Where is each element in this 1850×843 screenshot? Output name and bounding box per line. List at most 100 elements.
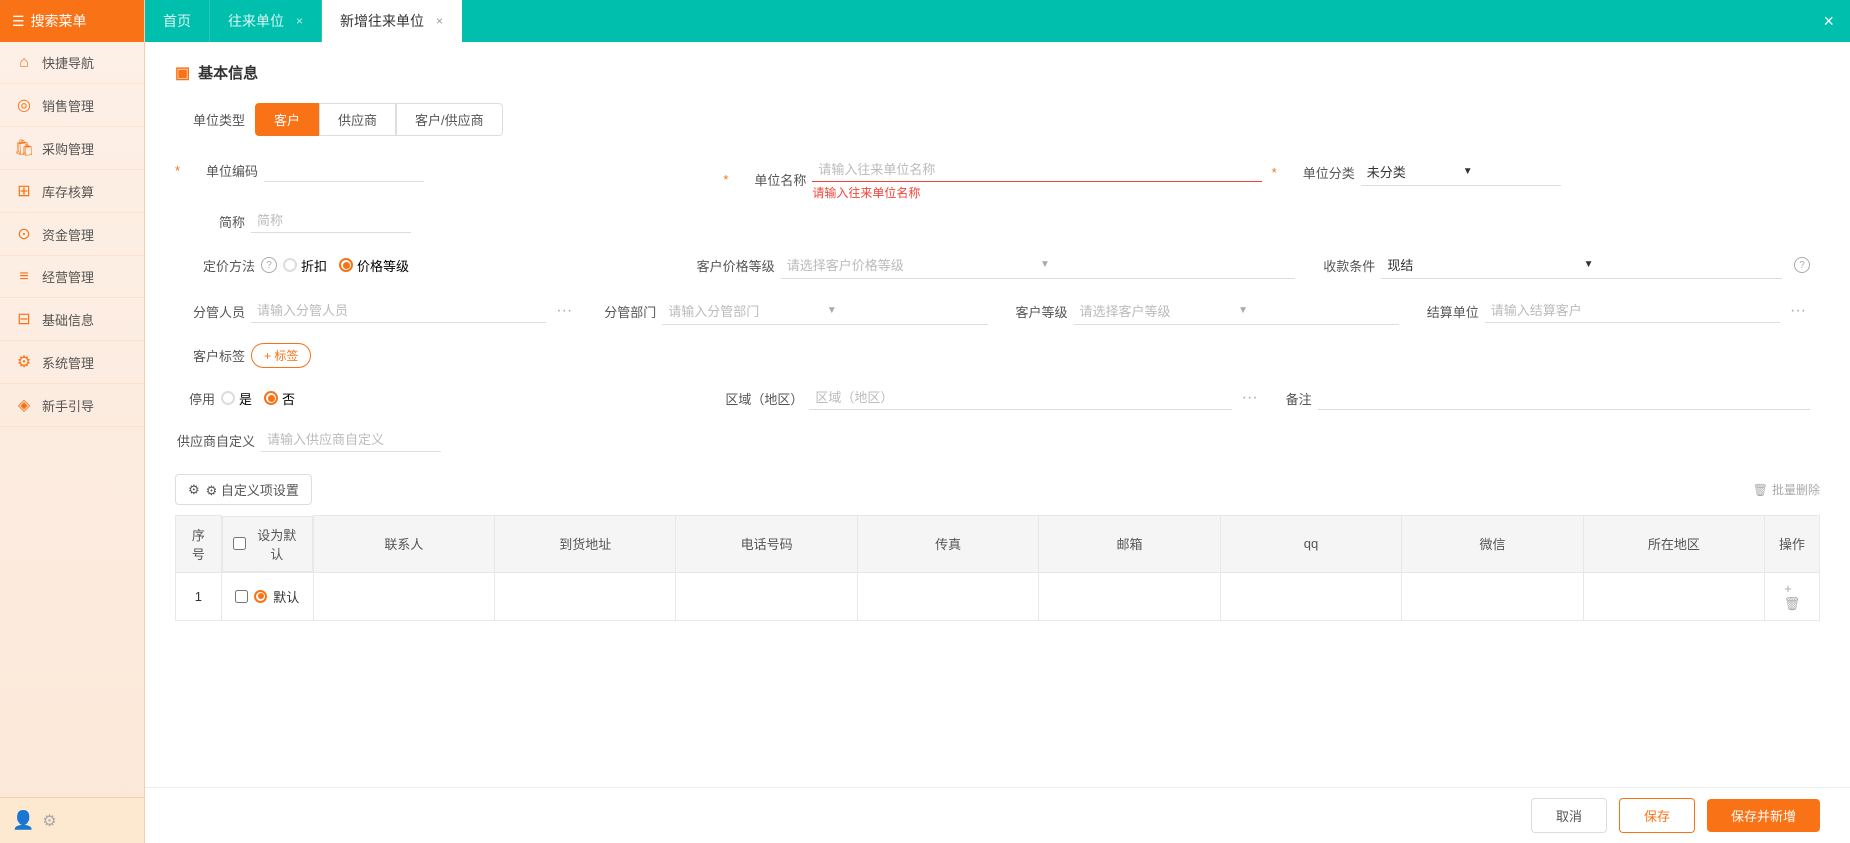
unit-code-input[interactable]: 000009 bbox=[264, 158, 424, 182]
operations-icon: ≡ bbox=[14, 268, 34, 286]
payment-terms-value: 现结 bbox=[1387, 255, 1579, 274]
custom-settings-label: ⚙ 自定义项设置 bbox=[206, 480, 299, 499]
notes-input[interactable] bbox=[1318, 386, 1810, 410]
phone-input[interactable] bbox=[686, 589, 846, 604]
pricing-discount-option[interactable]: 折扣 bbox=[283, 256, 327, 275]
cell-fax[interactable] bbox=[857, 572, 1038, 620]
cell-address[interactable] bbox=[495, 572, 676, 620]
cancel-button[interactable]: 取消 bbox=[1531, 798, 1607, 833]
email-input[interactable] bbox=[1049, 589, 1209, 604]
disabled-no-radio[interactable] bbox=[264, 391, 278, 405]
payment-info-icon[interactable]: ? bbox=[1794, 257, 1810, 273]
sidebar-item-guide[interactable]: ◈ 新手引导 bbox=[0, 384, 144, 427]
pricing-level-radio[interactable] bbox=[339, 258, 353, 272]
section-icon: ▣ bbox=[175, 63, 190, 83]
supplier-custom-label: 供应商自定义 bbox=[175, 431, 255, 450]
window-close-button[interactable]: × bbox=[1807, 0, 1850, 42]
sidebar-item-finance[interactable]: ⊙ 资金管理 bbox=[0, 213, 144, 256]
cell-email[interactable] bbox=[1039, 572, 1220, 620]
unit-category-select[interactable]: 未分类 ▼ bbox=[1361, 158, 1561, 186]
sidebar: ☰ 搜索菜单 ⌂ 快捷导航 ◎ 销售管理 🛍 采购管理 ⊞ 库存核算 ⊙ 资金管… bbox=[0, 0, 145, 843]
settlement-label: 结算单位 bbox=[1409, 302, 1479, 321]
payment-terms-select[interactable]: 现结 ▼ bbox=[1381, 251, 1782, 279]
col-address: 到货地址 bbox=[495, 516, 676, 573]
add-tag-button[interactable]: + 标签 bbox=[251, 343, 311, 368]
supplier-custom-row: 供应商自定义 bbox=[175, 428, 1820, 452]
sidebar-item-basic[interactable]: ⊟ 基础信息 bbox=[0, 298, 144, 341]
cell-qq[interactable] bbox=[1220, 572, 1402, 620]
wechat-input[interactable] bbox=[1412, 589, 1572, 604]
notes-label: 备注 bbox=[1272, 389, 1312, 408]
unit-name-input[interactable] bbox=[812, 158, 1261, 182]
cell-seq: 1 bbox=[176, 572, 222, 620]
row-checkbox[interactable] bbox=[235, 590, 248, 603]
batch-delete-button[interactable]: 🗑 批量删除 bbox=[1753, 481, 1820, 498]
custom-settings-button[interactable]: ⚙ ⚙ 自定义项设置 bbox=[175, 474, 312, 505]
settlement-more-btn[interactable]: ··· bbox=[1786, 302, 1810, 320]
pricing-discount-radio[interactable] bbox=[283, 258, 297, 272]
manager-input[interactable] bbox=[251, 299, 546, 323]
unit-name-input-wrap: 请输入往来单位名称 bbox=[812, 158, 1261, 201]
tab-home[interactable]: 首页 bbox=[145, 0, 210, 42]
type-btn-both[interactable]: 客户/供应商 bbox=[396, 103, 503, 136]
col-qq: qq bbox=[1220, 516, 1402, 573]
disabled-no-option[interactable]: 否 bbox=[264, 389, 295, 408]
add-tag-label: + 标签 bbox=[264, 347, 298, 364]
manager-more-btn[interactable]: ··· bbox=[552, 302, 576, 320]
save-add-button[interactable]: 保存并新增 bbox=[1707, 799, 1820, 832]
department-select[interactable]: 请输入分管部门 ▼ bbox=[662, 297, 987, 325]
settlement-input[interactable] bbox=[1485, 299, 1780, 323]
save-button[interactable]: 保存 bbox=[1619, 798, 1695, 833]
type-btn-customer[interactable]: 客户 bbox=[255, 103, 319, 136]
disabled-no-label: 否 bbox=[282, 389, 295, 408]
settings-icon[interactable]: ⚙ bbox=[42, 811, 56, 831]
tab-new-partner-close[interactable]: × bbox=[436, 15, 443, 27]
cell-region[interactable] bbox=[1583, 572, 1764, 620]
tab-new-partner[interactable]: 新增往来单位 × bbox=[322, 0, 462, 42]
sidebar-item-quick-nav[interactable]: ⌂ 快捷导航 bbox=[0, 42, 144, 84]
sidebar-item-sales[interactable]: ◎ 销售管理 bbox=[0, 84, 144, 127]
customer-price-select[interactable]: 请选择客户价格等级 ▼ bbox=[781, 251, 1296, 279]
system-icon: ⚙ bbox=[14, 352, 34, 372]
cell-phone[interactable] bbox=[676, 572, 857, 620]
disabled-yes-radio[interactable] bbox=[221, 391, 235, 405]
short-name-row: 简称 bbox=[175, 209, 1820, 233]
tab-partners-close[interactable]: × bbox=[296, 15, 303, 27]
pricing-info-icon[interactable]: ? bbox=[261, 257, 277, 273]
disabled-yes-option[interactable]: 是 bbox=[221, 389, 252, 408]
customer-level-label: 客户等级 bbox=[998, 302, 1068, 321]
customer-level-select[interactable]: 请选择客户等级 ▼ bbox=[1074, 297, 1399, 325]
unit-name-error: 请输入往来单位名称 bbox=[812, 184, 1261, 201]
delete-row-btn[interactable]: 🗑 bbox=[1784, 596, 1801, 611]
customer-price-chevron: ▼ bbox=[1040, 259, 1289, 270]
type-btn-supplier[interactable]: 供应商 bbox=[319, 103, 396, 136]
pricing-level-option[interactable]: 价格等级 bbox=[339, 256, 409, 275]
sidebar-item-operations[interactable]: ≡ 经营管理 bbox=[0, 256, 144, 298]
region-more-btn[interactable]: ··· bbox=[1238, 389, 1262, 407]
short-name-input[interactable] bbox=[251, 209, 411, 233]
address-input[interactable] bbox=[505, 589, 665, 604]
sidebar-item-label: 经营管理 bbox=[42, 267, 94, 286]
select-all-checkbox[interactable] bbox=[233, 537, 246, 550]
sidebar-item-inventory[interactable]: ⊞ 库存核算 bbox=[0, 170, 144, 213]
add-row-btn[interactable]: + bbox=[1784, 581, 1792, 596]
contact-input[interactable] bbox=[324, 589, 484, 604]
cell-contact[interactable] bbox=[313, 572, 494, 620]
cell-wechat[interactable] bbox=[1402, 572, 1583, 620]
settlement-field: 结算单位 ··· bbox=[1409, 299, 1820, 323]
region-table-input[interactable] bbox=[1594, 589, 1754, 604]
sidebar-item-label: 库存核算 bbox=[42, 182, 94, 201]
sidebar-item-purchase[interactable]: 🛍 采购管理 bbox=[0, 127, 144, 170]
default-radio[interactable] bbox=[254, 590, 267, 603]
supplier-custom-field: 供应商自定义 bbox=[175, 428, 1820, 452]
tab-partners[interactable]: 往来单位 × bbox=[210, 0, 322, 42]
qq-input[interactable] bbox=[1231, 589, 1392, 604]
basic-icon: ⊟ bbox=[14, 309, 34, 329]
sidebar-item-system[interactable]: ⚙ 系统管理 bbox=[0, 341, 144, 384]
supplier-custom-input[interactable] bbox=[261, 428, 441, 452]
finance-icon: ⊙ bbox=[14, 224, 34, 244]
region-input[interactable] bbox=[809, 386, 1231, 410]
fax-input[interactable] bbox=[868, 589, 1028, 604]
sidebar-search[interactable]: ☰ 搜索菜单 bbox=[0, 0, 144, 42]
settings-gear-icon: ⚙ bbox=[188, 482, 200, 498]
